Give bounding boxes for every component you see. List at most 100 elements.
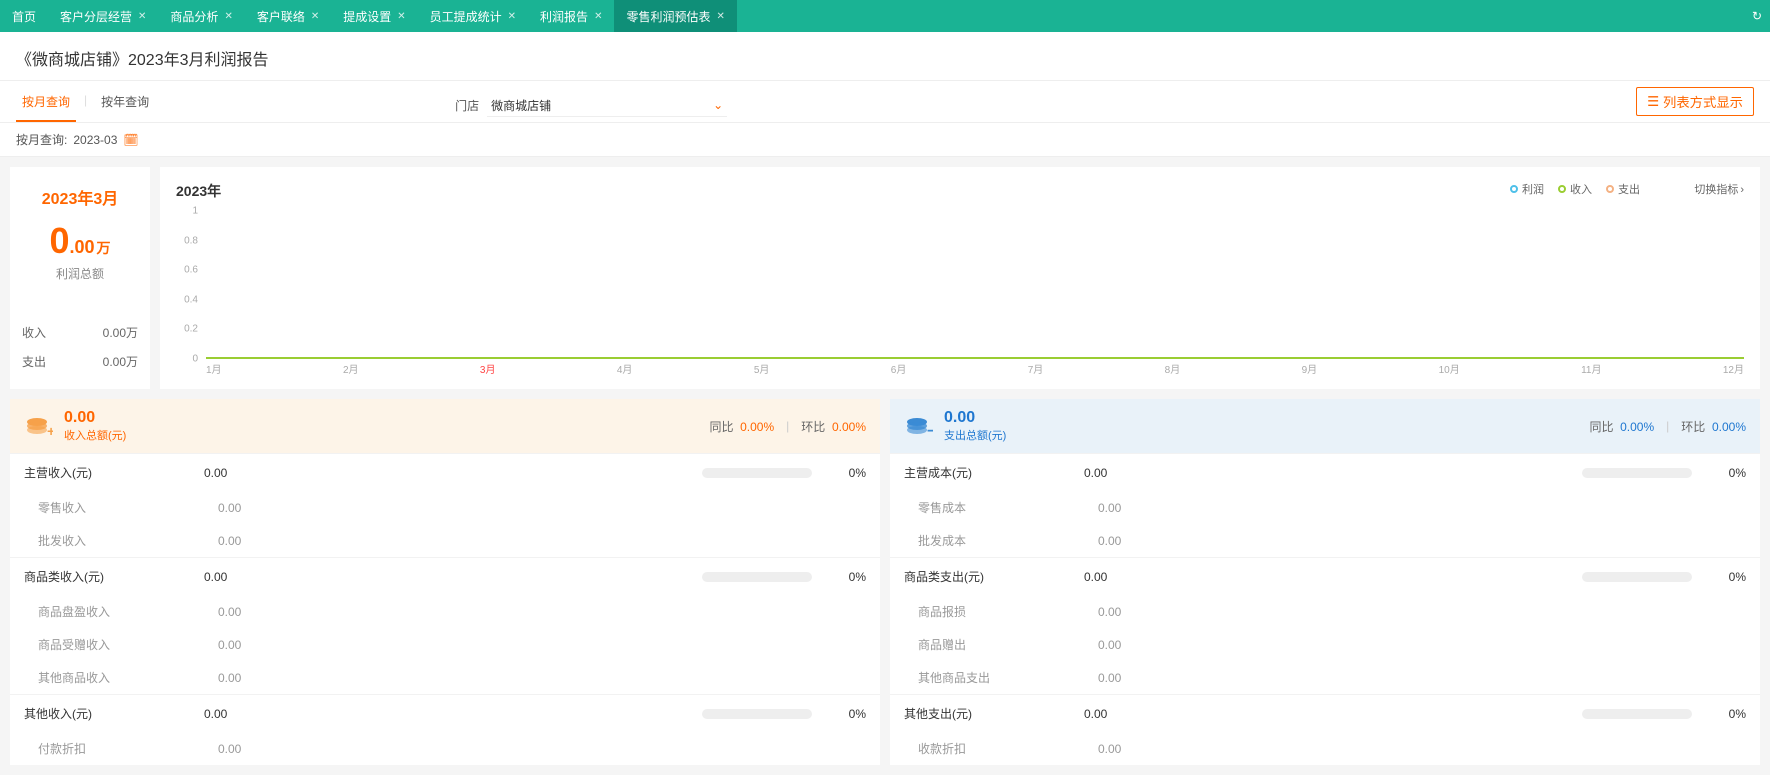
income-panel: + 0.00 收入总额(元) 同比 0.00% | 环比 0.00% 主营收入(… [10, 399, 880, 765]
sub-row: 批发成本0.00 [890, 524, 1760, 557]
income-header: + 0.00 收入总额(元) 同比 0.00% | 环比 0.00% [10, 399, 880, 453]
close-icon[interactable]: ✕ [224, 11, 232, 22]
group-row[interactable]: 商品类支出(元)0.000% [890, 557, 1760, 595]
expense-yoy-value: 0.00% [1620, 420, 1654, 434]
group-row[interactable]: 其他支出(元)0.000% [890, 694, 1760, 732]
chevron-down-icon: ⌄ [713, 98, 723, 112]
close-icon[interactable]: ✕ [508, 11, 516, 22]
income-mom-label: 环比 [801, 420, 825, 434]
tab-首页[interactable]: 首页 [0, 0, 48, 32]
tab-员工提成统计[interactable]: 员工提成统计✕ [418, 0, 528, 32]
x-tick: 1月 [206, 361, 222, 381]
legend-item[interactable]: 收入 [1558, 181, 1592, 197]
sub-row: 其他商品收入0.00 [10, 661, 880, 694]
y-tick: 0 [192, 354, 198, 365]
progress-bar [702, 468, 812, 478]
income-mom-value: 0.00% [832, 420, 866, 434]
tab-零售利润预估表[interactable]: 零售利润预估表✕ [614, 0, 736, 32]
sub-row: 零售成本0.00 [890, 491, 1760, 524]
sub-row: 商品盘盈收入0.00 [10, 595, 880, 628]
tab-商品分析[interactable]: 商品分析✕ [158, 0, 244, 32]
chart-toggle-button[interactable]: 切换指标› [1694, 181, 1744, 197]
expense-total-value: 0.00 [944, 409, 1006, 427]
x-tick: 10月 [1439, 361, 1460, 381]
close-icon[interactable]: ✕ [311, 11, 319, 22]
chart-x-axis: 1月2月3月4月5月6月7月8月9月10月11月12月 [206, 361, 1744, 381]
y-tick: 0.6 [184, 265, 198, 276]
query-bar: 按月查询 | 按年查询 门店 微商城店铺 ⌄ ☰ 列表方式显示 [0, 81, 1770, 123]
sub-row: 商品受赠收入0.00 [10, 628, 880, 661]
x-tick: 3月 [480, 361, 496, 381]
close-icon[interactable]: ✕ [397, 11, 405, 22]
sub-row: 批发收入0.00 [10, 524, 880, 557]
expense-mom-value: 0.00% [1712, 420, 1746, 434]
store-select[interactable]: 门店 微商城店铺 ⌄ [455, 95, 727, 117]
page-title: 《微商城店铺》2023年3月利润报告 [0, 32, 1770, 81]
tab-提成设置[interactable]: 提成设置✕ [331, 0, 417, 32]
summary-card: 2023年3月 0.00万 利润总额 收入0.00万支出0.00万 [10, 167, 150, 389]
income-total-label: 收入总额(元) [64, 427, 126, 443]
x-tick: 11月 [1581, 361, 1601, 381]
top-tabbar: 首页客户分层经营✕商品分析✕客户联络✕提成设置✕员工提成统计✕利润报告✕零售利润… [0, 0, 1770, 32]
group-row[interactable]: 主营收入(元)0.000% [10, 453, 880, 491]
subquery-label: 按月查询: [16, 131, 67, 148]
calendar-icon[interactable]: 🗓 [123, 133, 138, 147]
progress-bar [702, 572, 812, 582]
sub-row: 其他商品支出0.00 [890, 661, 1760, 694]
chart-plot [206, 211, 1744, 359]
progress-bar [702, 709, 812, 719]
close-icon[interactable]: ✕ [594, 11, 602, 22]
y-tick: 0.4 [184, 294, 198, 305]
y-tick: 0.8 [184, 235, 198, 246]
tab-yearly-query[interactable]: 按年查询 [95, 89, 155, 122]
expense-icon: − [904, 411, 934, 441]
y-tick: 1 [192, 206, 198, 217]
close-icon[interactable]: ✕ [716, 11, 724, 22]
sub-query-row: 按月查询: 2023-03 🗓 [0, 123, 1770, 157]
chevron-right-icon: › [1740, 184, 1744, 196]
tab-客户分层经营[interactable]: 客户分层经营✕ [48, 0, 158, 32]
legend-item[interactable]: 支出 [1606, 181, 1640, 197]
chart-baseline [206, 357, 1744, 359]
income-total-value: 0.00 [64, 409, 126, 427]
group-row[interactable]: 主营成本(元)0.000% [890, 453, 1760, 491]
legend-item[interactable]: 利润 [1510, 181, 1544, 197]
x-tick: 4月 [617, 361, 633, 381]
subquery-value[interactable]: 2023-03 [73, 133, 117, 147]
x-tick: 8月 [1165, 361, 1181, 381]
group-row[interactable]: 商品类收入(元)0.000% [10, 557, 880, 595]
sub-row: 付款折扣0.00 [10, 732, 880, 765]
svg-text:−: − [927, 423, 933, 440]
expense-total-label: 支出总额(元) [944, 427, 1006, 443]
x-tick: 6月 [891, 361, 907, 381]
sub-row: 收款折扣0.00 [890, 732, 1760, 765]
y-tick: 0.2 [184, 324, 198, 335]
sub-row: 零售收入0.00 [10, 491, 880, 524]
expense-panel: − 0.00 支出总额(元) 同比 0.00% | 环比 0.00% 主营成本(… [890, 399, 1760, 765]
tab-利润报告[interactable]: 利润报告✕ [528, 0, 614, 32]
income-yoy-value: 0.00% [740, 420, 774, 434]
group-row[interactable]: 其他收入(元)0.000% [10, 694, 880, 732]
summary-row: 收入0.00万 [22, 318, 138, 347]
chart-title: 2023年 [176, 181, 1744, 201]
summary-profit-value: 0.00万 [22, 223, 138, 259]
store-label: 门店 [455, 97, 479, 114]
list-icon: ☰ [1647, 94, 1659, 110]
list-view-label: 列表方式显示 [1663, 92, 1743, 111]
list-view-button[interactable]: ☰ 列表方式显示 [1636, 87, 1754, 116]
income-yoy-label: 同比 [709, 420, 733, 434]
tab-monthly-query[interactable]: 按月查询 [16, 89, 76, 122]
summary-row: 支出0.00万 [22, 347, 138, 376]
tab-客户联络[interactable]: 客户联络✕ [245, 0, 331, 32]
progress-bar [1582, 572, 1692, 582]
sub-row: 商品赠出0.00 [890, 628, 1760, 661]
close-icon[interactable]: ✕ [138, 11, 146, 22]
divider: | [80, 89, 91, 122]
summary-period: 2023年3月 [22, 185, 138, 209]
summary-profit-label: 利润总额 [22, 265, 138, 282]
refresh-icon[interactable]: ↻ [1752, 0, 1762, 32]
svg-text:+: + [47, 423, 53, 439]
x-tick: 9月 [1302, 361, 1318, 381]
income-icon: + [24, 411, 54, 441]
progress-bar [1582, 468, 1692, 478]
